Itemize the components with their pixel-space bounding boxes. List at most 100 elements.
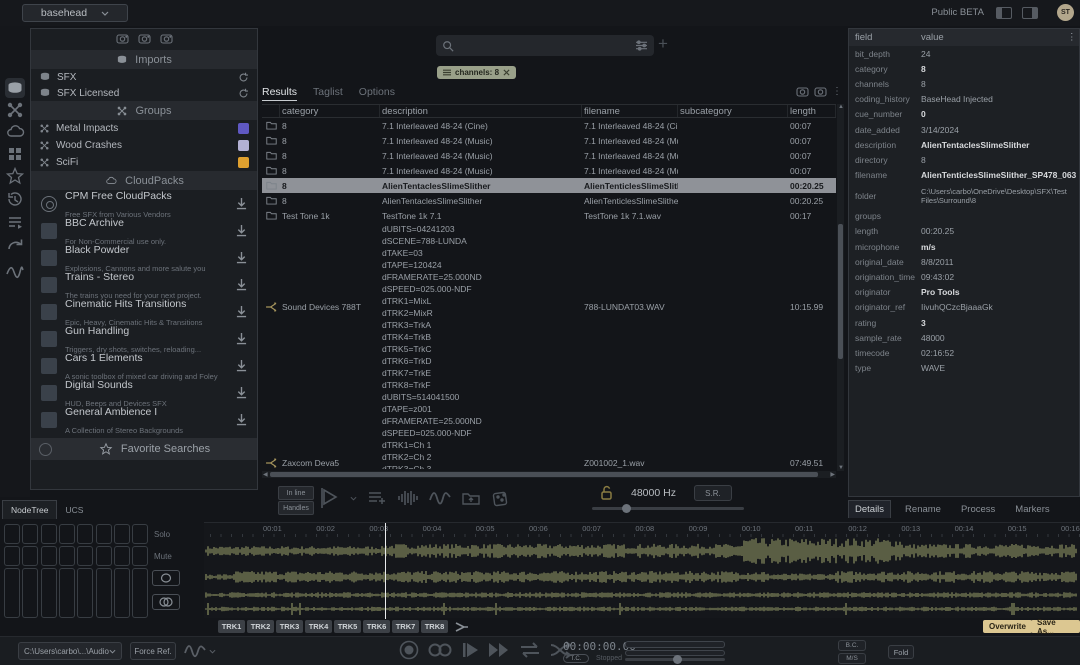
inline-button[interactable]: In line bbox=[278, 486, 314, 500]
table-row[interactable]: 8 7.1 Interleaved 48-24 (Music) 7.1 Inte… bbox=[262, 163, 836, 178]
bc-button[interactable]: B.C. bbox=[838, 640, 866, 651]
history-icon[interactable] bbox=[5, 189, 25, 209]
camera-icon[interactable] bbox=[137, 33, 151, 44]
record-button[interactable] bbox=[398, 639, 420, 661]
detail-row[interactable]: directory 8 bbox=[849, 152, 1079, 167]
matrix-cell[interactable] bbox=[22, 546, 39, 566]
matrix-cell[interactable] bbox=[77, 524, 94, 544]
matrix-cell[interactable] bbox=[77, 568, 94, 618]
matrix-cell[interactable] bbox=[132, 524, 149, 544]
tab-rename[interactable]: Rename bbox=[899, 501, 947, 518]
detail-row[interactable]: coding_history BaseHead Injected bbox=[849, 92, 1079, 107]
matrix-cell[interactable] bbox=[77, 546, 94, 566]
groups-icon[interactable] bbox=[5, 100, 25, 120]
download-icon[interactable] bbox=[236, 386, 247, 399]
col-description[interactable]: description bbox=[380, 105, 582, 117]
matrix-cell[interactable] bbox=[95, 524, 112, 544]
refresh-icon[interactable] bbox=[238, 72, 249, 83]
camera-icon[interactable] bbox=[115, 33, 129, 44]
download-icon[interactable] bbox=[236, 413, 247, 426]
tab-markers[interactable]: Markers bbox=[1009, 501, 1055, 518]
waveform-mode-icon[interactable] bbox=[184, 643, 216, 659]
matrix-cell[interactable] bbox=[4, 568, 20, 618]
star-icon[interactable] bbox=[5, 166, 25, 186]
cloudpacks-header[interactable]: CloudPacks bbox=[31, 171, 257, 190]
chevron-down-icon[interactable] bbox=[350, 496, 357, 501]
toggle-right-panel-icon[interactable] bbox=[1022, 7, 1038, 19]
filter-icon[interactable] bbox=[635, 40, 648, 51]
pitch-slider[interactable] bbox=[592, 504, 744, 513]
col-filename[interactable]: filename bbox=[582, 105, 678, 117]
track-button[interactable]: TRK7 bbox=[392, 620, 419, 633]
download-icon[interactable] bbox=[236, 359, 247, 372]
matrix-cell[interactable] bbox=[113, 524, 130, 544]
overwrite-button[interactable]: Overwrite bbox=[983, 620, 1032, 633]
avatar[interactable]: ST bbox=[1057, 4, 1074, 21]
imports-header[interactable]: Imports bbox=[31, 50, 257, 69]
detail-row[interactable]: microphone m/s bbox=[849, 239, 1079, 254]
volume-slider-knob[interactable] bbox=[673, 655, 682, 664]
track-button[interactable]: TRK3 bbox=[276, 620, 303, 633]
track-button[interactable]: TRK5 bbox=[334, 620, 361, 633]
table-row[interactable]: 8 AlienTentaclesSlimeSlither AlienTentic… bbox=[262, 178, 836, 193]
import-item[interactable]: SFX Licensed bbox=[31, 85, 257, 101]
loop-button[interactable] bbox=[427, 640, 453, 660]
save-as-button[interactable]: Save As... bbox=[1031, 618, 1080, 636]
waveform-display[interactable] bbox=[204, 537, 1080, 619]
database-icon[interactable] bbox=[5, 78, 25, 98]
detail-row[interactable]: originator_ref IivuhQCzcBjaaaGk bbox=[849, 300, 1079, 315]
detail-row[interactable]: bit_depth 24 bbox=[849, 46, 1079, 61]
matrix-cell[interactable] bbox=[40, 568, 57, 618]
download-icon[interactable] bbox=[236, 251, 247, 264]
favorite-circle-icon[interactable] bbox=[39, 442, 52, 456]
detail-row[interactable]: description AlienTentaclesSlimeSlither bbox=[849, 137, 1079, 152]
redo-icon[interactable] bbox=[5, 235, 25, 255]
tab-results[interactable]: Results bbox=[262, 86, 298, 101]
toggle-left-panel-icon[interactable] bbox=[996, 7, 1012, 19]
group-color-swatch[interactable] bbox=[238, 140, 249, 151]
matrix-cell[interactable] bbox=[113, 568, 130, 618]
detail-row[interactable]: length 00:20.25 bbox=[849, 224, 1079, 239]
waveform-panel[interactable]: 00:01 00:02 00:03 00:04 00:05 00:06 00:07 00:08… bbox=[204, 522, 1080, 619]
group-color-swatch[interactable] bbox=[238, 157, 249, 168]
route-icon[interactable] bbox=[454, 621, 470, 633]
table-row[interactable]: 8 7.1 Interleaved 48-24 (Music) 7.1 Inte… bbox=[262, 133, 836, 148]
detail-row[interactable]: date_added 3/14/2024 bbox=[849, 122, 1079, 137]
search-bar[interactable] bbox=[436, 35, 654, 56]
pitch-slider-knob[interactable] bbox=[622, 504, 631, 513]
col-subcategory[interactable]: subcategory bbox=[678, 105, 788, 117]
download-icon[interactable] bbox=[236, 332, 247, 345]
table-row[interactable]: 8 7.1 Interleaved 48-24 (Music) 7.1 Inte… bbox=[262, 148, 836, 163]
spectrum-icon[interactable] bbox=[397, 489, 419, 507]
grid-icon[interactable] bbox=[5, 144, 25, 164]
camera-icon[interactable] bbox=[814, 86, 827, 97]
force-ref-button[interactable]: Force Ref. bbox=[130, 642, 176, 660]
matrix-cell[interactable] bbox=[95, 546, 112, 566]
matrix-cell[interactable] bbox=[40, 546, 57, 566]
audio-path-selector[interactable]: C:\Users\carbo\...\Audio bbox=[18, 642, 122, 660]
timeline-ruler[interactable]: 00:01 00:02 00:03 00:04 00:05 00:06 00:07 00:08… bbox=[204, 523, 1080, 537]
import-item[interactable]: SFX bbox=[31, 69, 257, 85]
detail-row[interactable]: type WAVE bbox=[849, 361, 1079, 376]
camera-icon[interactable] bbox=[796, 86, 809, 97]
matrix-cell[interactable] bbox=[22, 524, 39, 544]
table-row[interactable]: Zaxcom Deva5 dUBITS=514041500 dTAPE=z001 d… bbox=[262, 391, 836, 469]
tab-ucs[interactable]: UCS bbox=[57, 501, 91, 519]
cloudpack-item[interactable]: General Ambience I A Collection of Stere… bbox=[31, 406, 257, 435]
favorite-searches[interactable]: Favorite Searches bbox=[31, 438, 257, 460]
stereo-button[interactable] bbox=[152, 594, 180, 610]
chevron-down-icon[interactable] bbox=[209, 649, 216, 654]
playlist-icon[interactable] bbox=[5, 212, 25, 232]
fold-button[interactable]: Fold bbox=[888, 645, 914, 659]
cloud-icon[interactable] bbox=[5, 122, 25, 142]
download-icon[interactable] bbox=[236, 305, 247, 318]
matrix-cell[interactable] bbox=[58, 524, 75, 544]
detail-row[interactable]: origination_time 09:43:02 bbox=[849, 269, 1079, 284]
table-row[interactable]: 8 7.1 Interleaved 48-24 (Cine) 7.1 Inter… bbox=[262, 118, 836, 133]
matrix-cell[interactable] bbox=[132, 568, 149, 618]
add-to-playlist-icon[interactable] bbox=[367, 489, 387, 507]
matrix-cell[interactable] bbox=[40, 524, 57, 544]
details-menu-icon[interactable]: ⋮ bbox=[1067, 32, 1079, 43]
matrix-cell[interactable] bbox=[4, 524, 20, 544]
col-length[interactable]: length bbox=[788, 105, 836, 117]
